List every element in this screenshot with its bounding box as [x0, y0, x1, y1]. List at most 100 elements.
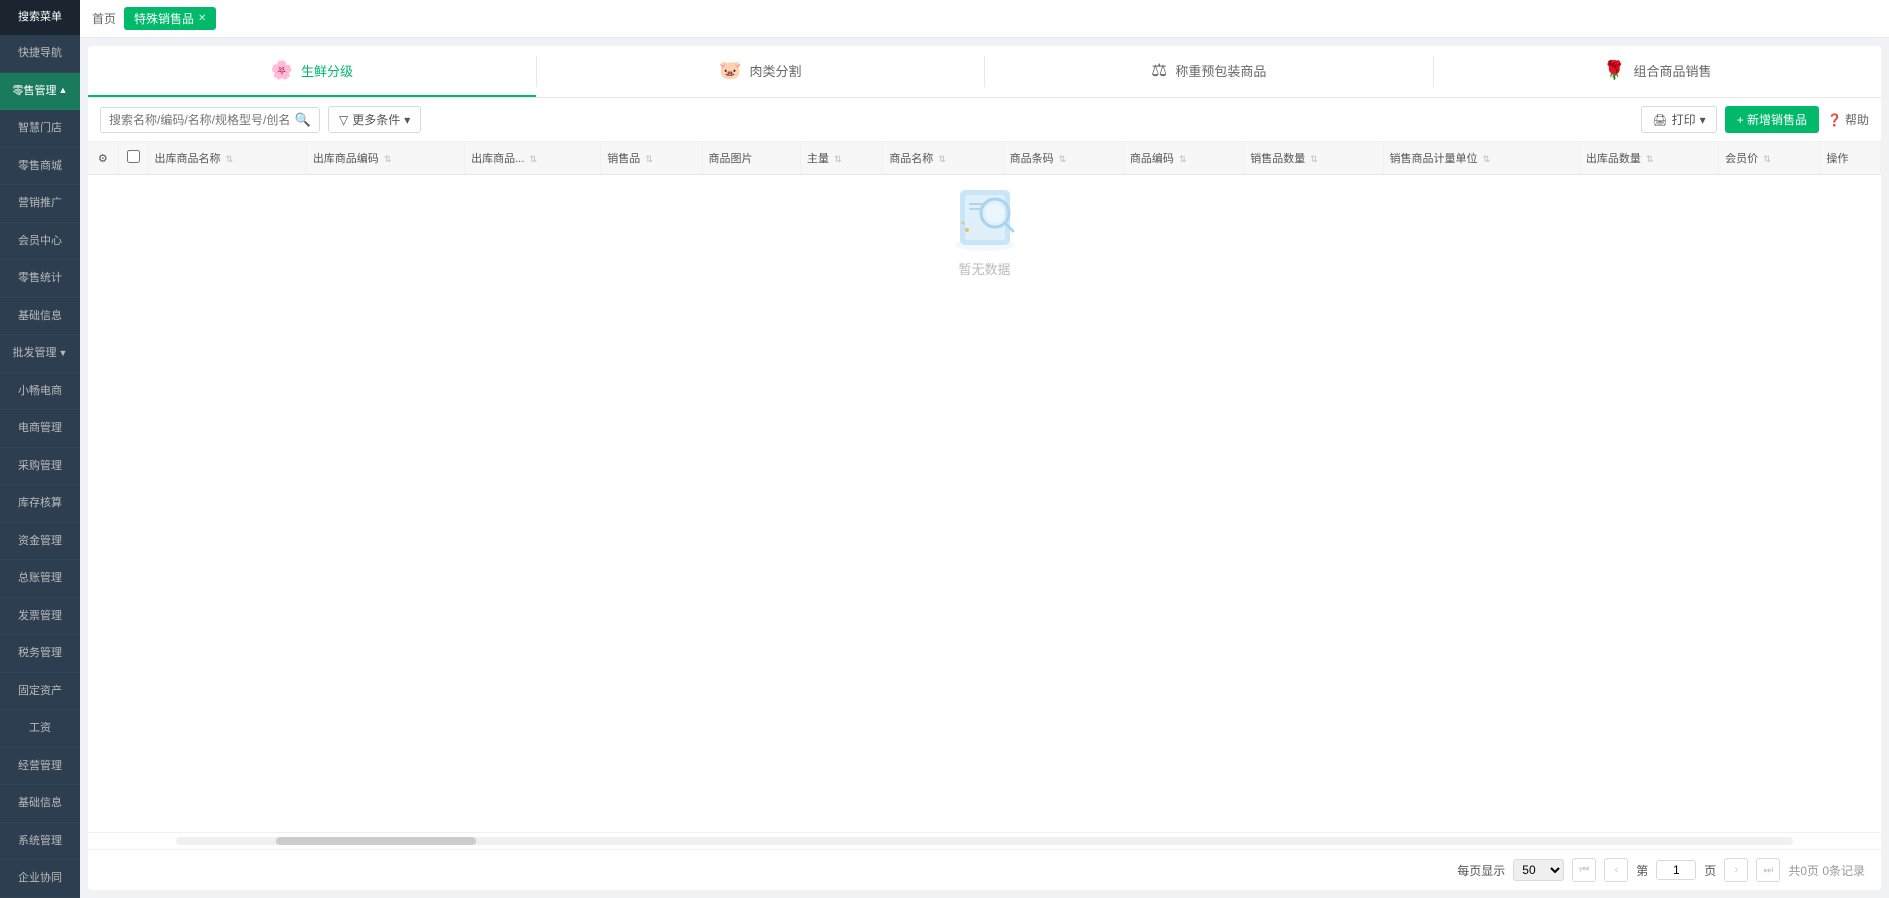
meat-cut-icon: 🐷 [719, 60, 741, 81]
tab-meat-cut[interactable]: 🐷 肉类分割 [537, 46, 985, 97]
sort-arrows-icon: ⇅ [834, 154, 842, 164]
th-member-price[interactable]: 会员价 ⇅ [1719, 142, 1820, 175]
print-button[interactable]: 🖨 打印 ▾ [1641, 106, 1716, 133]
sidebar-item-retail-stats[interactable]: 零售统计 [0, 260, 80, 298]
th-checkbox[interactable] [118, 142, 148, 175]
sidebar-item-mini-ecom[interactable]: 小畅电商 [0, 373, 80, 411]
th-barcode[interactable]: 商品条码 ⇅ [1003, 142, 1123, 175]
data-table: ⚙ 出库商品名称 ⇅ 出库商品编码 ⇅ 出库商品 [88, 142, 1881, 175]
sidebar-item-enterprise[interactable]: 企业协同 [0, 860, 80, 898]
close-icon[interactable]: ✕ [198, 13, 206, 24]
sort-arrows-icon: ⇅ [1483, 154, 1491, 164]
next-icon: › [1734, 864, 1738, 876]
chevron-down-icon: ▾ [1700, 113, 1706, 127]
th-out-name[interactable]: 出库商品名称 ⇅ [148, 142, 306, 175]
horizontal-scrollbar[interactable] [176, 837, 1793, 845]
sidebar: 搜索菜单 快捷导航 零售管理 ▲ 智慧门店 零售商城 营销推广 会员中心 零售统… [0, 0, 80, 898]
sidebar-item-capital-mgmt[interactable]: 资金管理 [0, 523, 80, 561]
first-page-button[interactable]: ⏮ [1572, 858, 1596, 882]
active-tab-tag[interactable]: 特殊销售品 ✕ [124, 7, 216, 30]
th-sale-item[interactable]: 销售品 ⇅ [601, 142, 702, 175]
sidebar-item-retail-mall[interactable]: 零售商城 [0, 148, 80, 186]
footer-pagination: 每页显示 10 20 50 100 ⏮ ‹ 第 页 › ⏭ 共0页 0条记录 [88, 849, 1881, 890]
th-sale-qty[interactable]: 销售品数量 ⇅ [1244, 142, 1383, 175]
sidebar-search[interactable]: 搜索菜单 [0, 0, 80, 35]
sidebar-item-fixed-assets[interactable]: 固定资产 [0, 673, 80, 711]
sidebar-item-ecom-mgmt[interactable]: 电商管理 [0, 410, 80, 448]
empty-illustration [935, 175, 1035, 255]
sort-arrows-icon: ⇅ [1179, 154, 1187, 164]
tab-scale-prepack[interactable]: ⚖ 称重预包装商品 [985, 46, 1433, 97]
page-size-label: 每页显示 [1457, 862, 1505, 879]
last-icon: ⏭ [1763, 864, 1773, 877]
table-wrapper: ⚙ 出库商品名称 ⇅ 出库商品编码 ⇅ 出库商品 [88, 142, 1881, 832]
home-link[interactable]: 首页 [92, 10, 116, 27]
th-out-code[interactable]: 出库商品编码 ⇅ [306, 142, 464, 175]
sort-arrows-icon: ⇅ [1763, 154, 1771, 164]
sidebar-item-inventory[interactable]: 库存核算 [0, 485, 80, 523]
print-icon: 🖨 [1652, 113, 1667, 127]
sidebar-item-basic-info[interactable]: 基础信息 [0, 298, 80, 336]
th-sale-unit[interactable]: 销售商品计量单位 ⇅ [1383, 142, 1579, 175]
th-ops: 操作 [1820, 142, 1881, 175]
th-out-spec[interactable]: 出库商品... ⇅ [465, 142, 601, 175]
sidebar-item-sys-mgmt[interactable]: 系统管理 [0, 823, 80, 861]
sidebar-item-ops-mgmt[interactable]: 经营管理 [0, 748, 80, 786]
sidebar-item-wholesale-mgmt[interactable]: 批发管理 ▼ [0, 335, 80, 373]
sort-arrows-icon: ⇅ [938, 154, 946, 164]
page-body: 🌸 生鲜分级 🐷 肉类分割 ⚖ 称重预包装商品 🌹 组合商品销售 [88, 46, 1881, 890]
sort-arrows-icon: ⇅ [1646, 154, 1654, 164]
sidebar-item-sales-promo[interactable]: 营销推广 [0, 185, 80, 223]
help-button[interactable]: ❓ 帮助 [1827, 111, 1869, 128]
sort-arrows-icon: ⇅ [645, 154, 653, 164]
empty-text: 暂无数据 [958, 259, 1010, 278]
th-product-name[interactable]: 商品名称 ⇅ [883, 142, 1003, 175]
sidebar-item-smart-store[interactable]: 智慧门店 [0, 110, 80, 148]
sidebar-item-quick-nav[interactable]: 快捷导航 [0, 35, 80, 73]
search-input[interactable] [109, 113, 291, 127]
next-page-button[interactable]: › [1724, 858, 1748, 882]
page-size-select[interactable]: 10 20 50 100 [1513, 859, 1564, 881]
first-icon: ⏮ [1579, 864, 1589, 877]
tab-fresh-grade[interactable]: 🌸 生鲜分级 [88, 46, 536, 97]
toolbar-right: 🖨 打印 ▾ + 新增销售品 ❓ 帮助 [1641, 106, 1869, 133]
sidebar-item-invoice-mgmt[interactable]: 发票管理 [0, 598, 80, 636]
search-icon[interactable]: 🔍 [295, 112, 311, 128]
main-content: 首页 特殊销售品 ✕ 🌸 生鲜分级 🐷 肉类分割 ⚖ 称重预包装商品 [80, 0, 1889, 898]
filter-button[interactable]: ▽ 更多条件 ▾ [328, 106, 421, 133]
sidebar-item-basic-info2[interactable]: 基础信息 [0, 785, 80, 823]
tabs-row: 🌸 生鲜分级 🐷 肉类分割 ⚖ 称重预包装商品 🌹 组合商品销售 [88, 46, 1881, 98]
sidebar-item-general-ledger[interactable]: 总账管理 [0, 560, 80, 598]
filter-icon: ▽ [339, 113, 348, 127]
sort-arrows-icon: ⇅ [384, 154, 392, 164]
sidebar-item-membership[interactable]: 会员中心 [0, 223, 80, 261]
last-page-button[interactable]: ⏭ [1756, 858, 1780, 882]
tab-combo-sales[interactable]: 🌹 组合商品销售 [1434, 46, 1882, 97]
topbar: 首页 特殊销售品 ✕ [80, 0, 1889, 38]
chevron-down-icon: ▲ [59, 84, 68, 98]
new-sale-item-button[interactable]: + 新增销售品 [1725, 106, 1819, 133]
scrollbar-thumb[interactable] [276, 837, 476, 845]
page-suffix: 页 [1704, 862, 1716, 879]
fresh-grade-icon: 🌸 [271, 60, 293, 81]
th-gear[interactable]: ⚙ [88, 142, 118, 175]
total-info: 共0页 0条记录 [1788, 862, 1865, 879]
sort-arrows-icon: ⇅ [226, 154, 234, 164]
page-number-input[interactable] [1656, 860, 1696, 880]
search-box[interactable]: 🔍 [100, 107, 320, 133]
sidebar-item-tax-mgmt[interactable]: 税务管理 [0, 635, 80, 673]
prev-page-button[interactable]: ‹ [1604, 858, 1628, 882]
chevron-down-icon: ▼ [59, 347, 68, 361]
toolbar: 🔍 ▽ 更多条件 ▾ 🖨 打印 ▾ + 新增销售品 ❓ 帮助 [88, 98, 1881, 142]
sort-arrows-icon: ⇅ [1059, 154, 1067, 164]
sidebar-item-wages[interactable]: 工资 [0, 710, 80, 748]
sidebar-item-retail-mgmt[interactable]: 零售管理 ▲ [0, 73, 80, 111]
select-all-checkbox[interactable] [127, 150, 140, 163]
th-main[interactable]: 主量 ⇅ [801, 142, 883, 175]
scale-prepack-icon: ⚖ [1151, 60, 1167, 81]
empty-state: 暂无数据 [88, 175, 1881, 278]
th-out-qty[interactable]: 出库品数量 ⇅ [1579, 142, 1718, 175]
th-product-code[interactable]: 商品编码 ⇅ [1123, 142, 1243, 175]
sidebar-item-purchase-mgmt[interactable]: 采购管理 [0, 448, 80, 486]
sort-arrows-icon: ⇅ [1310, 154, 1318, 164]
